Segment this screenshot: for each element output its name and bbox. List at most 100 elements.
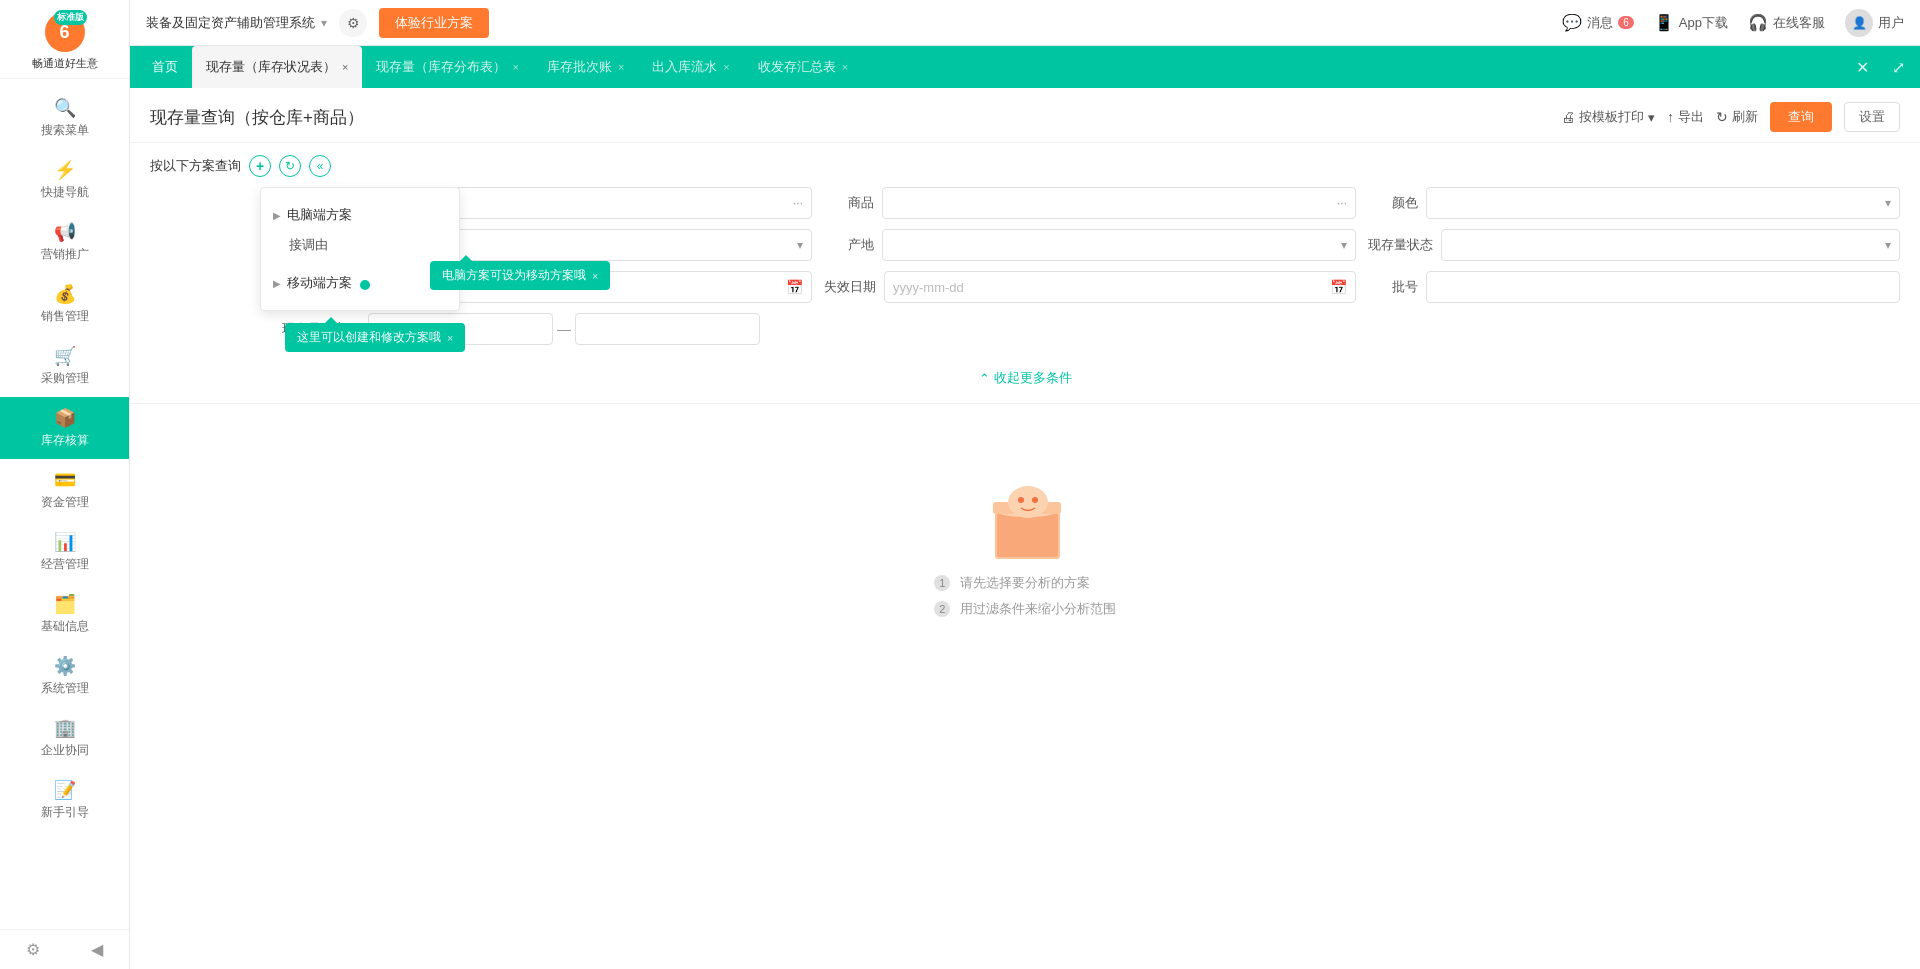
expire-date-input[interactable]: yyyy-mm-dd 📅 [884, 271, 1356, 303]
close-all-tabs-btn[interactable]: ✕ [1848, 53, 1876, 81]
filter-field-inventory-status: 现存量状态 ▾ [1368, 229, 1900, 261]
empty-num-1: 1 [934, 575, 950, 591]
tab-inventory-batch-label: 库存批次账 [547, 58, 612, 76]
filter-back-btn[interactable]: « [309, 155, 331, 177]
empty-svg [975, 464, 1085, 564]
batch-no-input[interactable] [1426, 271, 1900, 303]
filter-row-1: 仓库 ··· 商品 ··· [280, 187, 1900, 219]
filter-field-origin: 产地 ▾ [824, 229, 1356, 261]
sidebar-item-finance[interactable]: 💳 资金管理 [0, 459, 129, 521]
operations-icon: 📊 [54, 531, 76, 553]
sidebar-item-operations[interactable]: 📊 经营管理 [0, 521, 129, 583]
sidebar-item-guide[interactable]: 📝 新手引导 [0, 769, 129, 831]
export-btn[interactable]: ↑ 导出 [1667, 108, 1704, 126]
quick-nav-icon: ⚡ [54, 159, 76, 181]
settings-footer-btn[interactable]: ⚙ [26, 940, 40, 959]
pc-scheme-title: 电脑端方案 [287, 206, 352, 224]
tooltip-edit-close[interactable]: × [447, 332, 453, 344]
goods-label: 商品 [824, 194, 874, 212]
inventory-status-label: 现存量状态 [1368, 236, 1433, 254]
collapse-sidebar-btn[interactable]: ◀ [91, 940, 103, 959]
tab-inventory-batch[interactable]: 库存批次账 × [533, 46, 638, 88]
export-icon: ↑ [1667, 109, 1674, 125]
sidebar-item-system[interactable]: ⚙️ 系统管理 [0, 645, 129, 707]
refresh-btn[interactable]: ↻ 刷新 [1716, 108, 1758, 126]
refresh-icon: ↻ [1716, 109, 1728, 125]
user-action[interactable]: 👤 用户 [1845, 9, 1904, 37]
sidebar-item-label: 系统管理 [41, 680, 89, 697]
purchase-icon: 🛒 [54, 345, 76, 367]
tab-inventory-dist[interactable]: 现存量（库存分布表） × [362, 46, 532, 88]
expand-btn[interactable]: ⤢ [1884, 53, 1912, 81]
sidebar-item-basic[interactable]: 🗂️ 基础信息 [0, 583, 129, 645]
basic-icon: 🗂️ [54, 593, 76, 615]
print-template-label: 按模板打印 [1579, 108, 1644, 126]
filter-label: 按以下方案查询 [150, 157, 241, 175]
sidebar-item-marketing[interactable]: 📢 营销推广 [0, 211, 129, 273]
goods-select[interactable]: ··· [882, 187, 1356, 219]
print-icon: 🖨 [1561, 109, 1575, 125]
inventory-icon: 📦 [54, 407, 76, 429]
filter-row-2: 尺码 ▾ 产地 ▾ [280, 229, 1900, 261]
sidebar-item-label: 资金管理 [41, 494, 89, 511]
sidebar-item-search-menu[interactable]: 🔍 搜索菜单 [0, 87, 129, 149]
expire-date-calendar-icon: 📅 [1330, 279, 1347, 295]
sidebar-item-label: 销售管理 [41, 308, 89, 325]
expire-date-placeholder: yyyy-mm-dd [893, 280, 964, 295]
refresh-label: 刷新 [1732, 108, 1758, 126]
tab-home[interactable]: 首页 [138, 46, 192, 88]
tooltip-pc-scheme: 电脑方案可设为移动方案哦 × [430, 261, 610, 290]
print-dropdown-icon: ▾ [1648, 110, 1655, 125]
user-label: 用户 [1878, 14, 1904, 32]
sidebar-item-label: 基础信息 [41, 618, 89, 635]
sidebar-item-quick-nav[interactable]: ⚡ 快捷导航 [0, 149, 129, 211]
scheme-pc-item-1[interactable]: 接调由 [261, 230, 459, 260]
inventory-main-max[interactable] [575, 313, 760, 345]
system-dropdown-icon[interactable]: ▾ [321, 16, 327, 30]
filter-refresh-btn[interactable]: ↻ [279, 155, 301, 177]
tab-receive-summary-close[interactable]: × [842, 61, 848, 73]
print-template-btn[interactable]: 🖨 按模板打印 ▾ [1561, 108, 1655, 126]
batch-no-label: 批号 [1368, 278, 1418, 296]
message-label: 消息 [1587, 14, 1613, 32]
sidebar-item-enterprise[interactable]: 🏢 企业协同 [0, 707, 129, 769]
scheme-dropdown-inner: ▶ 电脑端方案 接调由 ▶ 移动端方案 [261, 188, 459, 310]
settings-page-btn[interactable]: 设置 [1844, 102, 1900, 132]
color-label: 颜色 [1368, 194, 1418, 212]
query-btn[interactable]: 查询 [1770, 102, 1832, 132]
tooltip-pc-text: 电脑方案可设为移动方案哦 [442, 267, 586, 284]
origin-select[interactable]: ▾ [882, 229, 1356, 261]
industry-btn[interactable]: 体验行业方案 [379, 8, 489, 38]
color-select[interactable]: ▾ [1426, 187, 1900, 219]
tab-in-out-flow-label: 出入库流水 [652, 58, 717, 76]
header-settings-btn[interactable]: ⚙ [339, 9, 367, 37]
tab-inventory-dist-close[interactable]: × [512, 61, 518, 73]
tab-inventory-status-close[interactable]: × [342, 61, 348, 73]
messages-action[interactable]: 💬 消息 6 [1562, 13, 1634, 32]
app-download-action[interactable]: 📱 App下载 [1654, 13, 1728, 32]
size-arrow-icon: ▾ [797, 238, 803, 252]
online-support-action[interactable]: 🎧 在线客服 [1748, 13, 1825, 32]
tab-inventory-status[interactable]: 现存量（库存状况表） × [192, 46, 362, 88]
tab-in-out-flow-close[interactable]: × [723, 61, 729, 73]
sidebar-item-sales[interactable]: 💰 销售管理 [0, 273, 129, 335]
tab-inventory-batch-close[interactable]: × [618, 61, 624, 73]
filter-field-batch-no: 批号 [1368, 271, 1900, 303]
scheme-section-pc: ▶ 电脑端方案 接调由 [261, 196, 459, 264]
filter-add-btn[interactable]: + [249, 155, 271, 177]
tab-receive-summary-label: 收发存汇总表 [758, 58, 836, 76]
sidebar-item-inventory[interactable]: 📦 库存核算 [0, 397, 129, 459]
tooltip-pc-close[interactable]: × [592, 270, 598, 282]
tab-receive-summary[interactable]: 收发存汇总表 × [744, 46, 862, 88]
filter-field-expire-date: 失效日期 yyyy-mm-dd 📅 [824, 271, 1356, 303]
top-header: 装备及固定资产辅助管理系统 ▾ ⚙ 体验行业方案 💬 消息 6 📱 App下载 … [130, 0, 1920, 46]
collapse-filter-btn[interactable]: ⌃ 收起更多条件 [150, 361, 1900, 391]
phone-icon: 📱 [1654, 13, 1674, 32]
sidebar-item-purchase[interactable]: 🛒 采购管理 [0, 335, 129, 397]
guide-icon: 📝 [54, 779, 76, 801]
export-label: 导出 [1678, 108, 1704, 126]
scheme-pc-header[interactable]: ▶ 电脑端方案 [261, 200, 459, 230]
sales-icon: 💰 [54, 283, 76, 305]
tab-in-out-flow[interactable]: 出入库流水 × [638, 46, 743, 88]
inventory-status-select[interactable]: ▾ [1441, 229, 1900, 261]
